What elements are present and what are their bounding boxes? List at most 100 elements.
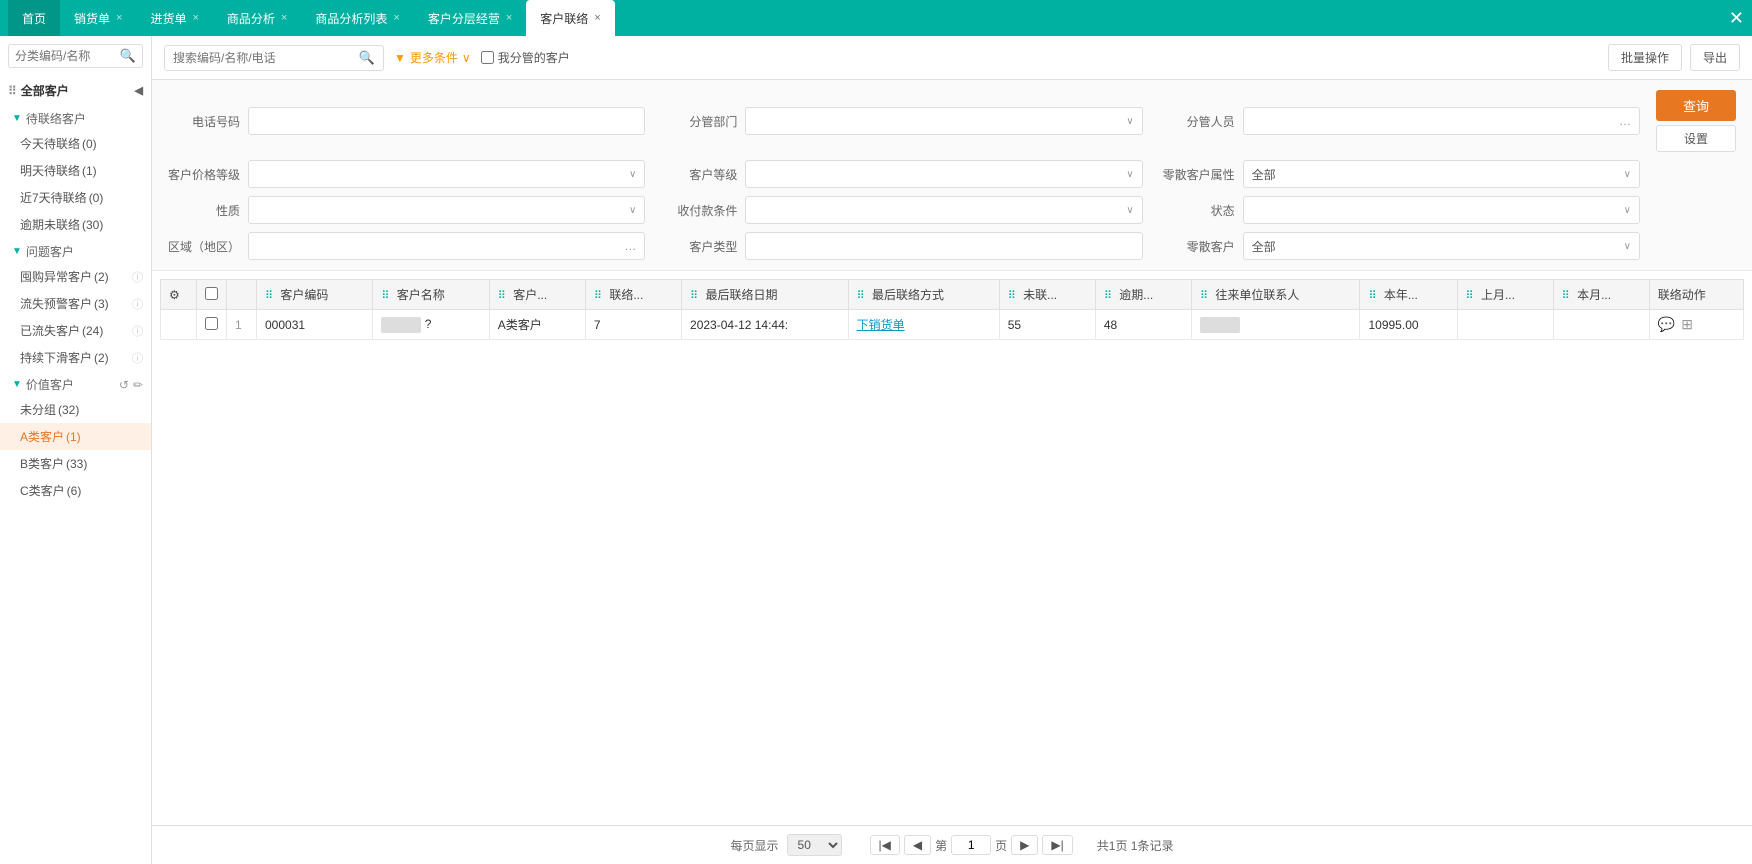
sidebar-item-churned[interactable]: 已流失客户 (24) ⓘ	[0, 317, 151, 344]
group-problem-arrow-icon: ▼	[12, 246, 22, 257]
tab-goods-analysis[interactable]: 商品分析 ×	[213, 0, 301, 36]
filter-status-select[interactable]: ∨	[1243, 196, 1640, 224]
tab-purchase[interactable]: 进货单 ×	[136, 0, 212, 36]
close-goods-list-icon[interactable]: ×	[393, 12, 399, 24]
filter-customer-level: 客户等级 ∨	[665, 160, 1142, 188]
close-customer-contact-icon[interactable]: ×	[594, 12, 600, 24]
col-customer-type[interactable]: ⠿ 客户...	[489, 280, 585, 310]
col-last-month[interactable]: ⠿ 上月...	[1457, 280, 1553, 310]
all-customers-header[interactable]: ⠿ 全部客户 ◀	[0, 76, 151, 105]
close-customer-layer-icon[interactable]: ×	[506, 12, 512, 24]
sidebar-search-box[interactable]: 🔍	[8, 44, 143, 68]
close-purchase-icon[interactable]: ×	[192, 12, 198, 24]
per-page-select[interactable]: 50 100 200	[787, 834, 842, 856]
filter-price-level-select[interactable]: ∨	[248, 160, 645, 188]
close-sales-icon[interactable]: ×	[116, 12, 122, 24]
export-button[interactable]: 导出	[1690, 44, 1740, 71]
sidebar-item-churn-warning[interactable]: 流失预警客户 (3) ⓘ	[0, 290, 151, 317]
filter-phone-input[interactable]	[248, 107, 645, 135]
col-overdue[interactable]: ⠿ 逾期...	[1095, 280, 1191, 310]
col-last-contact-date[interactable]: ⠿ 最后联络日期	[682, 280, 849, 310]
filter-payment-select[interactable]: ∨	[745, 196, 1142, 224]
more-action-icon[interactable]: ⊞	[1681, 316, 1693, 333]
sidebar-item-ungrouped-label: 未分组	[20, 401, 56, 418]
tab-customer-layer[interactable]: 客户分层经营 ×	[414, 0, 526, 36]
tab-customer-contact[interactable]: 客户联络 ×	[526, 0, 614, 36]
row-this-year: 10995.00	[1368, 318, 1418, 332]
close-all-button[interactable]: ✕	[1729, 8, 1744, 29]
col-no-contact[interactable]: ⠿ 未联...	[999, 280, 1095, 310]
filter-region-select[interactable]: …	[248, 232, 645, 260]
info-icon-churned[interactable]: ⓘ	[132, 323, 143, 339]
prev-page-button[interactable]: ◀	[904, 835, 931, 855]
sidebar-item-today-contact[interactable]: 今天待联络 (0)	[0, 130, 151, 157]
sidebar-search-input[interactable]	[15, 49, 120, 63]
filter-icon: ▼	[394, 51, 406, 65]
row-last-contact-date-cell: 2023-04-12 14:44:	[682, 310, 849, 340]
filter-search-icon[interactable]: 🔍	[359, 50, 375, 66]
filter-customer-type-input[interactable]	[745, 232, 1142, 260]
sidebar-item-a-customers[interactable]: A类客户 (1)	[0, 423, 151, 450]
group-problem-customers[interactable]: ▼ 问题客户	[0, 238, 151, 263]
tab-home[interactable]: 首页	[8, 0, 60, 36]
col-settings[interactable]: ⚙	[161, 280, 197, 310]
filter-retail-value: 全部	[1252, 238, 1276, 255]
info-icon-hoarding[interactable]: ⓘ	[132, 269, 143, 285]
filter-nature-select[interactable]: ∨	[248, 196, 645, 224]
filter-search-box[interactable]: 🔍	[164, 45, 384, 71]
query-button[interactable]: 查询	[1656, 90, 1736, 121]
select-all-checkbox[interactable]	[205, 287, 218, 300]
settings-button[interactable]: 设置	[1656, 125, 1736, 152]
sidebar-item-c-customers[interactable]: C类客户 (6)	[0, 477, 151, 504]
sidebar-item-declining[interactable]: 持续下滑客户 (2) ⓘ	[0, 344, 151, 371]
sidebar-item-7days-count: (0)	[89, 191, 104, 205]
row-checkbox[interactable]	[205, 317, 218, 330]
sidebar-item-hoarding[interactable]: 囤购异常客户 (2) ⓘ	[0, 263, 151, 290]
sidebar-item-overdue-contact[interactable]: 逾期未联络 (30)	[0, 211, 151, 238]
page-input[interactable]	[951, 835, 991, 855]
info-icon-declining[interactable]: ⓘ	[132, 350, 143, 366]
col-this-month[interactable]: ⠿ 本月...	[1553, 280, 1649, 310]
sidebar-item-ungrouped[interactable]: 未分组 (32)	[0, 396, 151, 423]
filter-person-select[interactable]: …	[1243, 107, 1640, 135]
col-customer-name[interactable]: ⠿ 客户名称	[373, 280, 489, 310]
next-page-button[interactable]: ▶	[1011, 835, 1038, 855]
sidebar-item-declining-count: (2)	[94, 351, 109, 365]
filter-dept-select[interactable]: ∨	[745, 107, 1142, 135]
filter-customer-level-select[interactable]: ∨	[745, 160, 1142, 188]
sidebar-item-tomorrow-contact[interactable]: 明天待联络 (1)	[0, 157, 151, 184]
last-page-button[interactable]: ▶|	[1042, 835, 1072, 855]
my-customers-label: 我分管的客户	[498, 49, 570, 66]
close-goods-analysis-icon[interactable]: ×	[281, 12, 287, 24]
filter-person-label: 分管人员	[1163, 113, 1243, 130]
info-icon-churn-warning[interactable]: ⓘ	[132, 296, 143, 312]
sidebar-collapse-icon[interactable]: ◀	[135, 84, 143, 97]
tab-goods-list[interactable]: 商品分析列表 ×	[301, 0, 413, 36]
col-last-contact-method[interactable]: ⠿ 最后联络方式	[848, 280, 999, 310]
message-action-icon[interactable]: 💬	[1658, 316, 1675, 333]
refresh-icon[interactable]: ↺	[119, 378, 129, 392]
edit-icon[interactable]: ✏	[133, 378, 143, 392]
filter-retail-select[interactable]: 全部 ∨	[1243, 232, 1640, 260]
col-this-year[interactable]: ⠿ 本年...	[1360, 280, 1457, 310]
col-customer-code[interactable]: ⠿ 客户编码	[257, 280, 373, 310]
sidebar-item-b-customers[interactable]: B类客户 (33)	[0, 450, 151, 477]
filter-person: 分管人员 …	[1163, 107, 1640, 135]
sidebar-item-7days-contact[interactable]: 近7天待联络 (0)	[0, 184, 151, 211]
first-page-button[interactable]: |◀	[870, 835, 900, 855]
col-checkbox-header[interactable]	[197, 280, 227, 310]
table-footer: 每页显示 50 100 200 |◀ ◀ 第 页 ▶ ▶| 共1页 1条记录	[152, 825, 1752, 864]
row-last-contact-method[interactable]: 下销货单	[857, 318, 905, 332]
batch-operation-button[interactable]: 批量操作	[1608, 44, 1682, 71]
my-customers-checkbox[interactable]	[481, 51, 494, 64]
filter-retail-attr-select[interactable]: 全部 ∨	[1243, 160, 1640, 188]
more-filter-button[interactable]: ▼ 更多条件 ∨	[394, 49, 471, 66]
group-value-customers[interactable]: ▼ 价值客户 ↺ ✏	[0, 371, 151, 396]
sidebar-search-icon[interactable]: 🔍	[120, 48, 136, 64]
tab-sales[interactable]: 销货单 ×	[60, 0, 136, 36]
col-contact-person[interactable]: ⠿ 往来单位联系人	[1191, 280, 1360, 310]
group-pending-contact[interactable]: ▼ 待联络客户	[0, 105, 151, 130]
row-checkbox-cell[interactable]	[197, 310, 227, 340]
col-contact-count[interactable]: ⠿ 联络...	[585, 280, 681, 310]
filter-search-input[interactable]	[173, 51, 353, 65]
